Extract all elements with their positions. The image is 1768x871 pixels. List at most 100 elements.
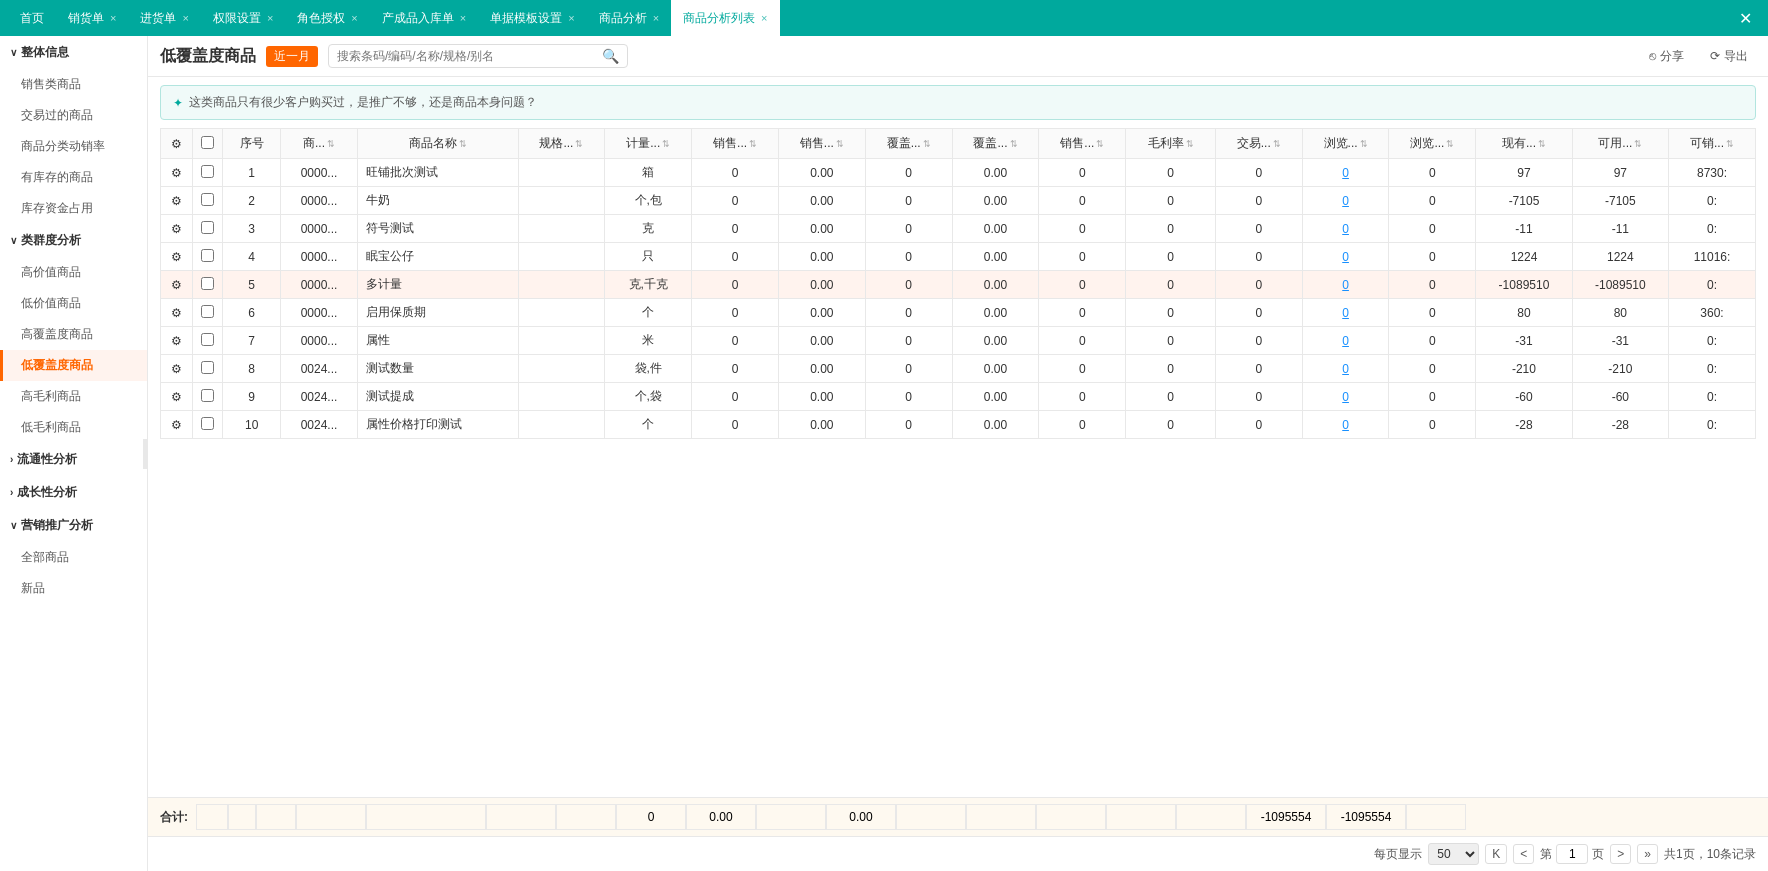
row-checkbox[interactable] bbox=[193, 411, 223, 439]
sidebar-item-low-margin[interactable]: 低毛利商品 bbox=[0, 412, 147, 443]
sidebar-section-marketing[interactable]: ∨ 营销推广分析 bbox=[0, 509, 147, 542]
row-gear[interactable]: ⚙ bbox=[161, 271, 193, 299]
row-view1[interactable]: 0 bbox=[1302, 327, 1389, 355]
view-link[interactable]: 0 bbox=[1342, 194, 1349, 208]
th-name[interactable]: 商品名称⇅ bbox=[357, 129, 518, 159]
row-select-checkbox[interactable] bbox=[201, 389, 214, 402]
th-sale-amt[interactable]: 销售...⇅ bbox=[778, 129, 865, 159]
th-cover2[interactable]: 覆盖...⇅ bbox=[952, 129, 1039, 159]
th-sale-qty[interactable]: 销售...⇅ bbox=[692, 129, 779, 159]
close-icon[interactable]: × bbox=[351, 12, 357, 24]
view-link[interactable]: 0 bbox=[1342, 250, 1349, 264]
row-checkbox[interactable] bbox=[193, 187, 223, 215]
row-view1[interactable]: 0 bbox=[1302, 243, 1389, 271]
view-link[interactable]: 0 bbox=[1342, 334, 1349, 348]
close-icon[interactable]: × bbox=[182, 12, 188, 24]
sidebar-item-low-value[interactable]: 低价值商品 bbox=[0, 288, 147, 319]
prev-page-button[interactable]: < bbox=[1513, 844, 1534, 864]
share-button[interactable]: ⎋ 分享 bbox=[1641, 45, 1692, 68]
sidebar-item-high-value[interactable]: 高价值商品 bbox=[0, 257, 147, 288]
row-gear[interactable]: ⚙ bbox=[161, 355, 193, 383]
row-gear[interactable]: ⚙ bbox=[161, 411, 193, 439]
th-spec[interactable]: 规格...⇅ bbox=[518, 129, 605, 159]
sidebar-item-low-coverage[interactable]: 低覆盖度商品 bbox=[0, 350, 147, 381]
row-select-checkbox[interactable] bbox=[201, 277, 214, 290]
table-container[interactable]: ⚙ 序号 商...⇅ 商品名称⇅ 规格...⇅ 计量...⇅ 销售...⇅ 销售… bbox=[148, 128, 1768, 797]
row-select-checkbox[interactable] bbox=[201, 305, 214, 318]
sidebar-item-traded-products[interactable]: 交易过的商品 bbox=[0, 100, 147, 131]
row-select-checkbox[interactable] bbox=[201, 333, 214, 346]
row-gear[interactable]: ⚙ bbox=[161, 215, 193, 243]
sidebar-item-all-products[interactable]: 全部商品 bbox=[0, 542, 147, 573]
nav-product-analysis-list[interactable]: 商品分析列表 × bbox=[671, 0, 779, 36]
row-view1[interactable]: 0 bbox=[1302, 271, 1389, 299]
close-icon[interactable]: × bbox=[460, 12, 466, 24]
nav-product-analysis[interactable]: 商品分析 × bbox=[587, 0, 671, 36]
close-icon[interactable]: × bbox=[110, 12, 116, 24]
row-checkbox[interactable] bbox=[193, 383, 223, 411]
close-icon[interactable]: × bbox=[568, 12, 574, 24]
next-page-button[interactable]: > bbox=[1610, 844, 1631, 864]
sidebar-item-sales-products[interactable]: 销售类商品 bbox=[0, 69, 147, 100]
sidebar-item-high-coverage[interactable]: 高覆盖度商品 bbox=[0, 319, 147, 350]
search-icon[interactable]: 🔍 bbox=[602, 48, 619, 64]
view-link[interactable]: 0 bbox=[1342, 166, 1349, 180]
row-checkbox[interactable] bbox=[193, 327, 223, 355]
nav-role-auth[interactable]: 角色授权 × bbox=[285, 0, 369, 36]
row-select-checkbox[interactable] bbox=[201, 417, 214, 430]
sidebar-collapse-button[interactable]: « bbox=[143, 439, 148, 469]
row-select-checkbox[interactable] bbox=[201, 249, 214, 262]
th-trade[interactable]: 交易...⇅ bbox=[1215, 129, 1302, 159]
row-checkbox[interactable] bbox=[193, 271, 223, 299]
first-page-button[interactable]: K bbox=[1485, 844, 1507, 864]
row-select-checkbox[interactable] bbox=[201, 361, 214, 374]
last-page-button[interactable]: » bbox=[1637, 844, 1658, 864]
view-link[interactable]: 0 bbox=[1342, 278, 1349, 292]
row-view1[interactable]: 0 bbox=[1302, 159, 1389, 187]
th-code[interactable]: 商...⇅ bbox=[281, 129, 357, 159]
sidebar-section-cluster[interactable]: ∨ 类群度分析 bbox=[0, 224, 147, 257]
row-gear[interactable]: ⚙ bbox=[161, 243, 193, 271]
sidebar-section-growth[interactable]: › 成长性分析 bbox=[0, 476, 147, 509]
th-unit[interactable]: 计量...⇅ bbox=[605, 129, 692, 159]
window-close-button[interactable]: ✕ bbox=[1731, 9, 1760, 28]
row-gear[interactable]: ⚙ bbox=[161, 327, 193, 355]
row-view1[interactable]: 0 bbox=[1302, 215, 1389, 243]
th-stock2[interactable]: 可用...⇅ bbox=[1572, 129, 1668, 159]
view-link[interactable]: 0 bbox=[1342, 362, 1349, 376]
close-icon[interactable]: × bbox=[267, 12, 273, 24]
sidebar-item-in-stock[interactable]: 有库存的商品 bbox=[0, 162, 147, 193]
th-gear[interactable]: ⚙ bbox=[161, 129, 193, 159]
period-button[interactable]: 近一月 bbox=[266, 46, 318, 67]
sidebar-item-category-rate[interactable]: 商品分类动销率 bbox=[0, 131, 147, 162]
view-link[interactable]: 0 bbox=[1342, 306, 1349, 320]
row-select-checkbox[interactable] bbox=[201, 165, 214, 178]
row-view1[interactable]: 0 bbox=[1302, 299, 1389, 327]
th-stock3[interactable]: 可销...⇅ bbox=[1669, 129, 1756, 159]
nav-home[interactable]: 首页 bbox=[8, 0, 56, 36]
row-checkbox[interactable] bbox=[193, 299, 223, 327]
nav-product-warehouse[interactable]: 产成品入库单 × bbox=[370, 0, 478, 36]
row-view1[interactable]: 0 bbox=[1302, 411, 1389, 439]
row-select-checkbox[interactable] bbox=[201, 221, 214, 234]
row-view1[interactable]: 0 bbox=[1302, 355, 1389, 383]
th-view1[interactable]: 浏览...⇅ bbox=[1302, 129, 1389, 159]
nav-sales-order[interactable]: 销货单 × bbox=[56, 0, 128, 36]
per-page-select[interactable]: 50 100 200 bbox=[1428, 843, 1479, 865]
sidebar-section-circulation[interactable]: › 流通性分析 bbox=[0, 443, 147, 476]
th-cover1[interactable]: 覆盖...⇅ bbox=[865, 129, 952, 159]
row-checkbox[interactable] bbox=[193, 159, 223, 187]
row-gear[interactable]: ⚙ bbox=[161, 383, 193, 411]
sidebar-item-new-products[interactable]: 新品 bbox=[0, 573, 147, 604]
th-checkbox[interactable] bbox=[193, 129, 223, 159]
close-icon[interactable]: × bbox=[653, 12, 659, 24]
nav-template-settings[interactable]: 单据模板设置 × bbox=[478, 0, 586, 36]
sidebar-item-stock-capital[interactable]: 库存资金占用 bbox=[0, 193, 147, 224]
th-stock1[interactable]: 现有...⇅ bbox=[1476, 129, 1572, 159]
row-gear[interactable]: ⚙ bbox=[161, 187, 193, 215]
select-all-checkbox[interactable] bbox=[201, 136, 214, 149]
th-margin[interactable]: 毛利率⇅ bbox=[1126, 129, 1216, 159]
nav-purchase-order[interactable]: 进货单 × bbox=[128, 0, 200, 36]
close-icon[interactable]: × bbox=[761, 12, 767, 24]
view-link[interactable]: 0 bbox=[1342, 418, 1349, 432]
